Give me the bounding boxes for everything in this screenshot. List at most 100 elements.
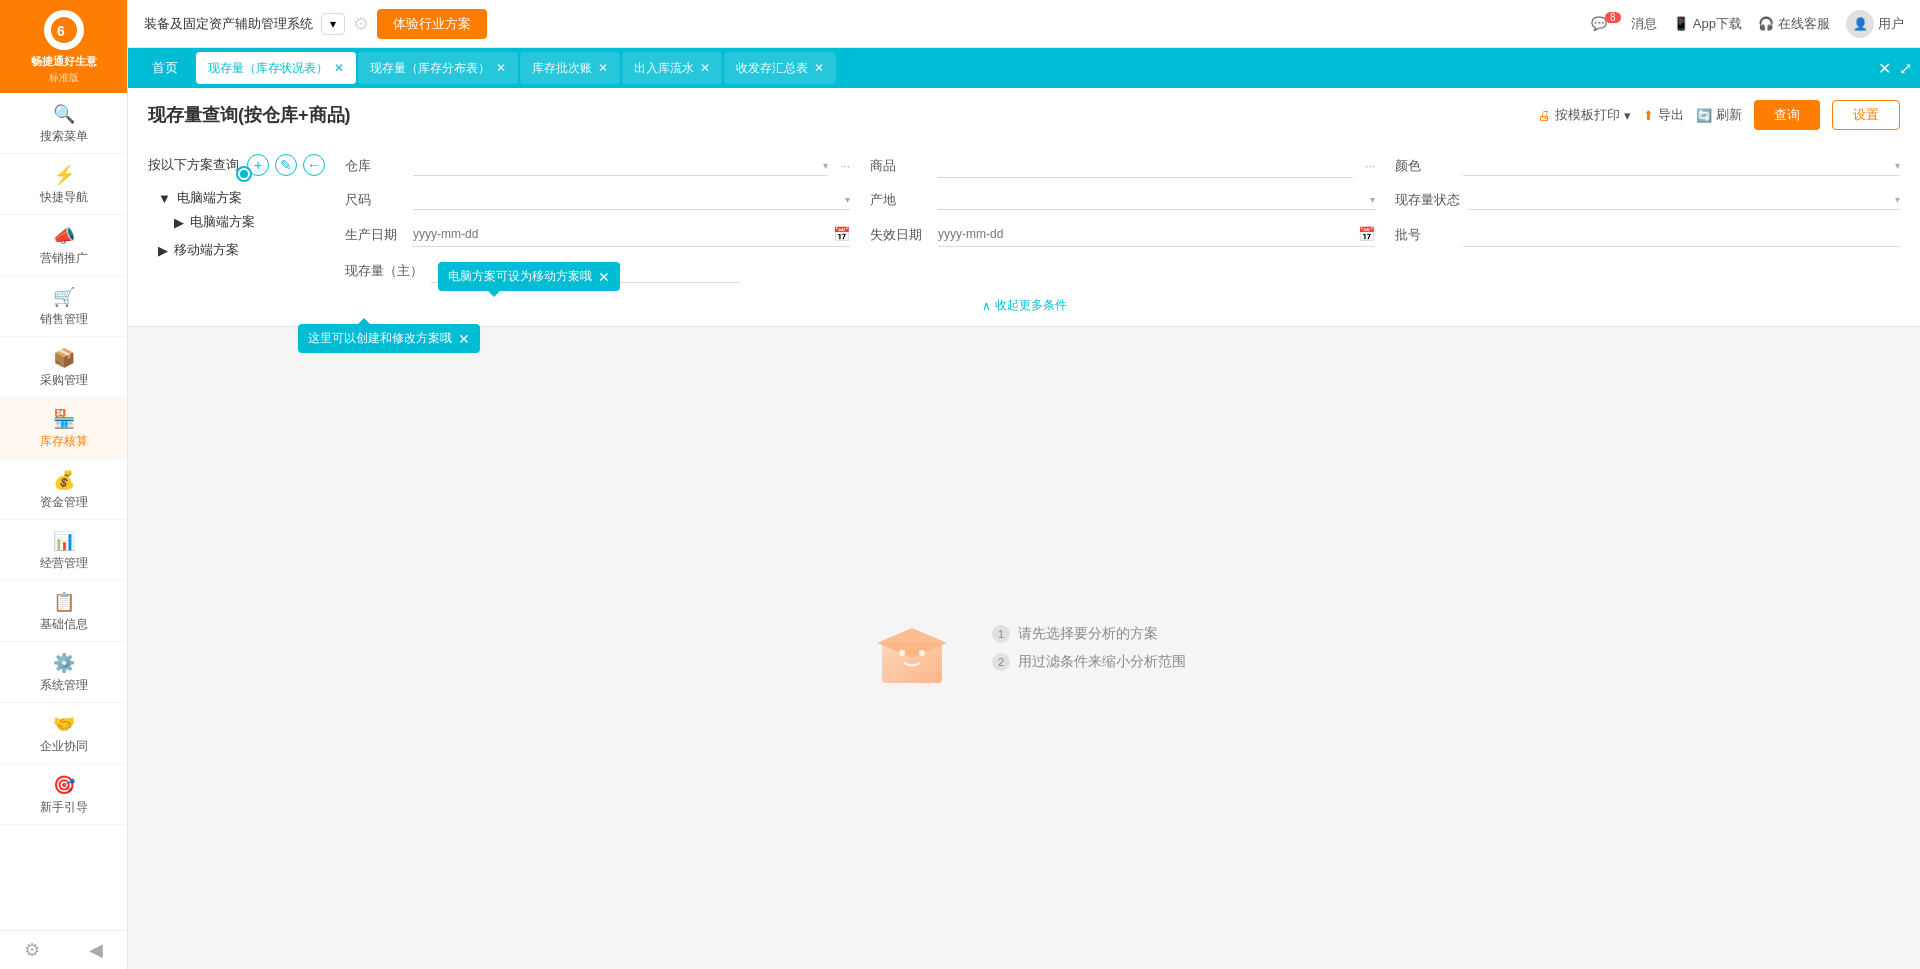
tip-num-1: 1 — [992, 625, 1010, 643]
enterprise-icon: 🤝 — [53, 713, 75, 735]
tab-expand-btn[interactable]: ⤢ — [1899, 59, 1912, 78]
tab-batch-ledger-label: 库存批次账 — [532, 60, 592, 77]
tab-inout-flow-close[interactable]: ✕ — [700, 61, 710, 75]
scheme-panel: 按以下方案查询 + ✎ ← ▼ 电脑端方案 — [148, 154, 325, 262]
sidebar-item-marketing[interactable]: 📣 营销推广 — [0, 215, 127, 276]
export-btn[interactable]: ⬆ 导出 — [1643, 106, 1684, 124]
edit-scheme-btn[interactable]: ✎ — [275, 154, 297, 176]
stock-qty-to[interactable] — [600, 259, 740, 283]
tab-inventory-status-close[interactable]: ✕ — [334, 61, 344, 75]
sidebar-basic-label: 基础信息 — [40, 616, 88, 633]
filter-product: 商品 ··· — [870, 154, 1375, 178]
user-label: 用户 — [1878, 15, 1904, 33]
sidebar-item-quicknav[interactable]: ⚡ 快捷导航 — [0, 154, 127, 215]
sidebar-item-newbie[interactable]: 🎯 新手引导 — [0, 764, 127, 825]
tab-batch-ledger-close[interactable]: ✕ — [598, 61, 608, 75]
header-left: 装备及固定资产辅助管理系统 ▾ ⚙ 体验行业方案 — [144, 9, 487, 39]
sidebar-system-label: 系统管理 — [40, 677, 88, 694]
size-select[interactable]: ▾ — [413, 190, 850, 210]
top-header: 装备及固定资产辅助管理系统 ▾ ⚙ 体验行业方案 💬 8 消息 📱 App下载 … — [128, 0, 1920, 48]
filter-exp-date: 失效日期 📅 — [870, 222, 1375, 247]
tooltip-dot — [238, 168, 250, 180]
online-service-group[interactable]: 🎧 在线客服 — [1758, 15, 1830, 33]
system-icon: ⚙️ — [53, 652, 75, 674]
tab-inventory-dist-label: 现存量（库存分布表） — [370, 60, 490, 77]
tab-inout-flow[interactable]: 出入库流水 ✕ — [622, 52, 722, 84]
basic-icon: 📋 — [53, 591, 75, 613]
logo-badge: 标准版 — [49, 71, 79, 85]
inventory-icon: 🏪 — [53, 408, 75, 430]
warehouse-select[interactable]: ▾ — [413, 156, 828, 176]
tab-inventory-dist[interactable]: 现存量（库存分布表） ✕ — [358, 52, 518, 84]
print-template-btn[interactable]: 🖨 按模板打印 ▾ — [1538, 106, 1631, 124]
setting-btn-top[interactable]: 设置 — [1832, 100, 1900, 130]
product-input[interactable] — [938, 154, 1353, 178]
exp-date-field[interactable] — [938, 227, 1354, 241]
sidebar-settings-btn[interactable]: ⚙ — [24, 939, 40, 961]
app-download-group[interactable]: 📱 App下载 — [1673, 15, 1742, 33]
pc-scheme-item-1[interactable]: ▶ 电脑端方案 — [174, 210, 325, 234]
add-scheme-btn[interactable]: + — [247, 154, 269, 176]
sidebar-item-system[interactable]: ⚙️ 系统管理 — [0, 642, 127, 703]
batch-input[interactable] — [1463, 223, 1900, 247]
batch-label: 批号 — [1395, 226, 1455, 244]
exp-date-input[interactable]: 📅 — [938, 222, 1375, 247]
sidebar-sales-label: 销售管理 — [40, 311, 88, 328]
tab-close-all-btn[interactable]: ✕ — [1878, 59, 1891, 78]
origin-select[interactable]: ▾ — [938, 190, 1375, 210]
tooltip2-close-btn[interactable]: ✕ — [458, 332, 470, 346]
tab-collect-summary-label: 收发存汇总表 — [736, 60, 808, 77]
sidebar-inventory-label: 库存核算 — [40, 433, 88, 450]
tab-inventory-dist-close[interactable]: ✕ — [496, 61, 506, 75]
pc-scheme-label: 电脑端方案 — [177, 189, 242, 207]
tab-batch-ledger[interactable]: 库存批次账 ✕ — [520, 52, 620, 84]
sidebar-item-search[interactable]: 🔍 搜索菜单 — [0, 93, 127, 154]
sidebar-item-basic[interactable]: 📋 基础信息 — [0, 581, 127, 642]
mfg-date-calendar-icon[interactable]: 📅 — [833, 226, 850, 242]
sidebar-item-sales[interactable]: 🛒 销售管理 — [0, 276, 127, 337]
trial-btn[interactable]: 体验行业方案 — [377, 9, 487, 39]
sidebar-item-enterprise[interactable]: 🤝 企业协同 — [0, 703, 127, 764]
message-group[interactable]: 💬 8 消息 — [1591, 15, 1657, 33]
sidebar-item-operations[interactable]: 📊 经营管理 — [0, 520, 127, 581]
pc-scheme-group[interactable]: ▼ 电脑端方案 — [158, 186, 325, 210]
message-badge: 8 — [1605, 12, 1621, 23]
svg-text:6: 6 — [57, 23, 65, 39]
warehouse-caret: ▾ — [823, 160, 828, 171]
exp-date-calendar-icon[interactable]: 📅 — [1358, 226, 1375, 242]
filter-row-3: 生产日期 📅 失效日期 📅 — [345, 222, 1900, 247]
user-group[interactable]: 👤 用户 — [1846, 10, 1904, 38]
svg-point-4 — [919, 650, 925, 656]
tab-collect-summary-close[interactable]: ✕ — [814, 61, 824, 75]
refresh-btn[interactable]: 🔄 刷新 — [1696, 106, 1742, 124]
sidebar-item-purchase[interactable]: 📦 采购管理 — [0, 337, 127, 398]
search-btn-top[interactable]: 查询 — [1754, 100, 1820, 130]
filter-size: 尺码 ▾ — [345, 190, 850, 210]
tab-collect-summary[interactable]: 收发存汇总表 ✕ — [724, 52, 836, 84]
back-btn[interactable]: ← — [303, 154, 325, 176]
sidebar-item-finance[interactable]: 💰 资金管理 — [0, 459, 127, 520]
stock-status-select[interactable]: ▾ — [1468, 190, 1900, 210]
mfg-date-input[interactable]: 📅 — [413, 222, 850, 247]
gear-icon-header[interactable]: ⚙ — [353, 13, 369, 35]
tab-inventory-status[interactable]: 现存量（库存状况表） ✕ — [196, 52, 356, 84]
tooltip1-close-btn[interactable]: ✕ — [598, 270, 610, 284]
system-dropdown-btn[interactable]: ▾ — [321, 13, 345, 35]
sidebar-quicknav-label: 快捷导航 — [40, 189, 88, 206]
message-label: 消息 — [1631, 15, 1657, 33]
collapse-btn[interactable]: ∧ 收起更多条件 — [982, 297, 1067, 314]
color-label: 颜色 — [1395, 157, 1455, 175]
mobile-scheme-label: 移动端方案 — [174, 241, 239, 259]
collapse-icon: ∧ — [982, 299, 991, 313]
user-avatar: 👤 — [1846, 10, 1874, 38]
mobile-scheme-group[interactable]: ▶ 移动端方案 — [158, 238, 325, 262]
tab-home[interactable]: 首页 — [136, 48, 194, 88]
empty-icon — [862, 598, 962, 698]
sidebar-item-inventory[interactable]: 🏪 库存核算 — [0, 398, 127, 459]
empty-tip-2: 2 用过滤条件来缩小分析范围 — [992, 653, 1186, 671]
tooltip-create-scheme: 这里可以创建和修改方案哦 ✕ — [298, 324, 480, 353]
color-select[interactable]: ▾ — [1463, 156, 1900, 176]
filter-warehouse: 仓库 ▾ ··· — [345, 154, 850, 178]
sidebar-collapse-btn[interactable]: ◀ — [89, 939, 103, 961]
mfg-date-field[interactable] — [413, 227, 829, 241]
